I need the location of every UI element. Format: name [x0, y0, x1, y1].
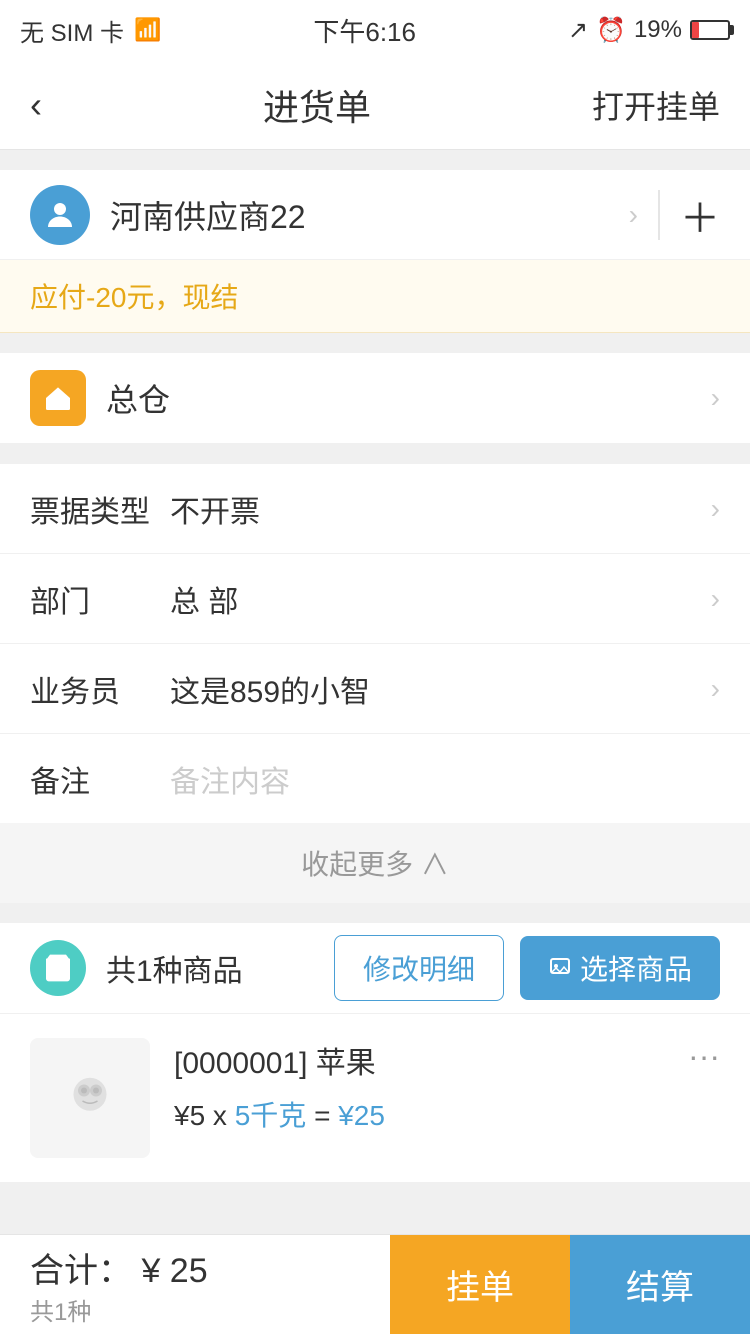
status-bar: 无 SIM 卡 📶 下午6:16 ↗ ⏰ 19% — [0, 0, 750, 60]
section-gap-1 — [0, 150, 750, 170]
supplier-row[interactable]: 河南供应商22 › ＋ — [0, 170, 750, 260]
status-bar-right: ↗ ⏰ 19% — [568, 16, 730, 45]
warehouse-section: 总仓 › — [0, 353, 750, 443]
product-price: ¥5 x 5千克 = ¥25 — [174, 1094, 688, 1134]
total-label: 合计： — [30, 1252, 132, 1290]
section-gap-3 — [0, 443, 750, 463]
supplier-arrow-icon: › — [629, 199, 638, 231]
product-title: 苹果 — [316, 1047, 376, 1080]
invoice-type-row[interactable]: 票据类型 不开票 › — [0, 463, 750, 553]
dept-label: 部门 — [30, 577, 150, 621]
salesman-value: 这是859的小智 — [170, 667, 711, 711]
salesman-arrow-icon: › — [711, 673, 720, 705]
edit-details-button[interactable]: 修改明细 — [334, 935, 504, 1001]
supplier-name: 河南供应商22 — [110, 192, 629, 238]
total-count: 共1种 — [30, 1292, 360, 1327]
warehouse-icon — [30, 370, 86, 426]
warehouse-name: 总仓 — [106, 375, 711, 421]
info-banner: 应付-20元，现结 — [0, 260, 750, 333]
dept-row[interactable]: 部门 总 部 › — [0, 553, 750, 643]
warehouse-row[interactable]: 总仓 › — [0, 353, 750, 443]
product-thumb-icon — [60, 1068, 120, 1128]
location-icon: ↗ — [568, 16, 588, 45]
invoice-type-label: 票据类型 — [30, 487, 150, 531]
carrier-text: 无 SIM 卡 — [20, 13, 124, 48]
supplier-section: 河南供应商22 › ＋ 应付-20元，现结 — [0, 170, 750, 333]
hang-order-button[interactable]: 挂单 — [390, 1235, 570, 1334]
products-count: 共1种商品 — [106, 946, 334, 990]
product-thumbnail — [30, 1038, 150, 1158]
section-gap-4 — [0, 903, 750, 923]
checkout-button[interactable]: 结算 — [570, 1235, 750, 1334]
add-button[interactable]: ＋ — [680, 186, 720, 244]
salesman-label: 业务员 — [30, 667, 150, 711]
home-icon — [42, 382, 74, 414]
products-icon — [30, 940, 86, 996]
warehouse-arrow-icon: › — [711, 382, 720, 414]
section-gap-2 — [0, 333, 750, 353]
form-section: 票据类型 不开票 › 部门 总 部 › 业务员 这是859的小智 › 备注 备注… — [0, 463, 750, 823]
supplier-avatar — [30, 185, 90, 245]
alarm-icon: ⏰ — [596, 16, 626, 45]
collapse-label: 收起更多 ∧ — [301, 843, 449, 883]
wifi-icon: 📶 — [134, 17, 161, 43]
shopping-bag-icon — [42, 952, 74, 984]
battery-text: 19% — [634, 16, 682, 44]
nav-bar: ‹ 进货单 打开挂单 — [0, 60, 750, 150]
unit-price: ¥5 x — [174, 1100, 235, 1131]
supplier-divider — [658, 190, 660, 240]
user-icon — [42, 197, 78, 233]
collapse-button[interactable]: 收起更多 ∧ — [0, 823, 750, 903]
remark-input[interactable]: 备注内容 — [170, 757, 720, 801]
select-product-icon — [548, 956, 572, 980]
equals-sign: = — [314, 1100, 338, 1131]
battery-icon — [690, 20, 730, 40]
bottom-bar: 合计： ¥ 25 共1种 挂单 结算 — [0, 1234, 750, 1334]
status-bar-time: 下午6:16 — [313, 12, 416, 49]
total-amount: 合计： ¥ 25 — [30, 1243, 360, 1292]
select-product-label: 选择商品 — [580, 948, 692, 988]
open-pending-button[interactable]: 打开挂单 — [592, 82, 720, 128]
subtotal: ¥25 — [338, 1100, 385, 1131]
remark-label: 备注 — [30, 757, 150, 801]
back-button[interactable]: ‹ — [30, 84, 42, 126]
status-bar-left: 无 SIM 卡 📶 — [20, 13, 161, 48]
dept-value: 总 部 — [170, 577, 711, 621]
product-item: [0000001] 苹果 ¥5 x 5千克 = ¥25 ··· — [0, 1013, 750, 1182]
total-section: 合计： ¥ 25 共1种 — [0, 1243, 390, 1327]
products-header: 共1种商品 修改明细 选择商品 — [0, 923, 750, 1013]
salesman-row[interactable]: 业务员 这是859的小智 › — [0, 643, 750, 733]
select-product-button[interactable]: 选择商品 — [520, 936, 720, 1000]
invoice-type-value: 不开票 — [170, 487, 711, 531]
nav-title: 进货单 — [263, 79, 371, 131]
product-name: [0000001] 苹果 — [174, 1038, 688, 1082]
product-info: [0000001] 苹果 ¥5 x 5千克 = ¥25 — [174, 1038, 688, 1134]
product-id: [0000001] — [174, 1047, 316, 1080]
remark-row[interactable]: 备注 备注内容 — [0, 733, 750, 823]
total-value: ¥ 25 — [141, 1252, 207, 1290]
product-menu-button[interactable]: ··· — [688, 1038, 720, 1075]
quantity: 5千克 — [235, 1100, 307, 1131]
invoice-arrow-icon: › — [711, 493, 720, 525]
dept-arrow-icon: › — [711, 583, 720, 615]
